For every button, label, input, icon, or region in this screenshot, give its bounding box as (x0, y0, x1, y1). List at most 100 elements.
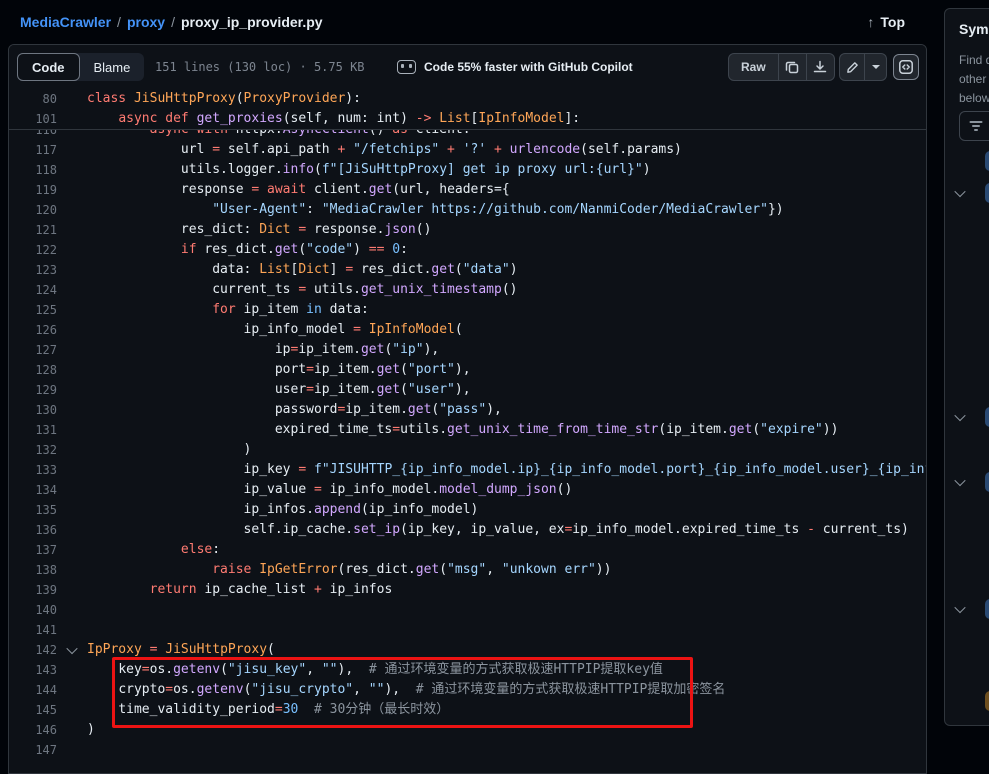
code-text: res_dict: Dict = response.json() (87, 220, 431, 240)
code-line-122: 122 if res_dict.get("code") == 0: (9, 240, 926, 260)
line-number-141[interactable]: 141 (9, 620, 57, 640)
download-icon (813, 60, 827, 74)
line-number-134[interactable]: 134 (9, 480, 57, 500)
fold-gutter (57, 109, 87, 129)
download-raw-button[interactable] (807, 53, 835, 81)
line-number-130[interactable]: 130 (9, 400, 57, 420)
code-line-133: 133 ip_key = f"JISUHTTP_{ip_info_model.i… (9, 460, 926, 480)
edit-file-button[interactable] (839, 53, 865, 81)
fold-gutter (57, 580, 87, 600)
code-line-123: 123 data: List[Dict] = res_dict.get("dat… (9, 260, 926, 280)
code-text: return ip_cache_list + ip_infos (87, 580, 392, 600)
fold-gutter (57, 280, 87, 300)
back-to-top-label: Top (880, 14, 905, 30)
fold-gutter (57, 620, 87, 640)
tab-blame[interactable]: Blame (80, 53, 145, 81)
symbol-item-0[interactable] (945, 151, 989, 171)
code-lines: 116 async with httpx.AsyncClient() as cl… (9, 120, 926, 760)
line-number-132[interactable]: 132 (9, 440, 57, 460)
line-number-101[interactable]: 101 (9, 109, 57, 129)
raw-button[interactable]: Raw (728, 53, 779, 81)
symbol-item-5[interactable] (945, 691, 989, 711)
code-text: crypto=os.getenv("jisu_crypto", ""), # 通… (87, 680, 725, 700)
line-number-122[interactable]: 122 (9, 240, 57, 260)
line-number-124[interactable]: 124 (9, 280, 57, 300)
code-line-143: 143 key=os.getenv("jisu_key", ""), # 通过环… (9, 660, 926, 680)
code-text: ) (87, 440, 251, 460)
line-number-120[interactable]: 120 (9, 200, 57, 220)
line-number-144[interactable]: 144 (9, 680, 57, 700)
line-number-135[interactable]: 135 (9, 500, 57, 520)
breadcrumb-dir-link[interactable]: proxy (127, 14, 165, 30)
code-text: ip_info_model = IpInfoModel( (87, 320, 463, 340)
symbol-item-2[interactable] (945, 407, 989, 427)
line-number-142[interactable]: 142 (9, 640, 57, 660)
code-line-101: 101 async def get_proxies(self, num: int… (9, 109, 926, 129)
line-number-119[interactable]: 119 (9, 180, 57, 200)
line-number-123[interactable]: 123 (9, 260, 57, 280)
code-text: else: (87, 540, 220, 560)
breadcrumb-separator: / (165, 14, 181, 30)
copy-raw-button[interactable] (779, 53, 807, 81)
fold-gutter (57, 600, 87, 620)
back-to-top-button[interactable]: ↑ Top (867, 0, 905, 44)
tab-code[interactable]: Code (17, 53, 80, 81)
chevron-down-icon[interactable] (954, 602, 965, 613)
fold-gutter (57, 380, 87, 400)
line-number-143[interactable]: 143 (9, 660, 57, 680)
fold-toggle-142[interactable] (57, 640, 87, 660)
file-view-panel: Code Blame 151 lines (130 loc) · 5.75 KB… (8, 44, 927, 774)
line-number-133[interactable]: 133 (9, 460, 57, 480)
chevron-down-icon (872, 65, 880, 69)
chevron-down-icon[interactable] (954, 186, 965, 197)
code-line-135: 135 ip_infos.append(ip_info_model) (9, 500, 926, 520)
symbol-item-3[interactable] (945, 472, 989, 492)
chevron-down-icon[interactable] (954, 410, 965, 421)
code-text: ip_value = ip_info_model.model_dump_json… (87, 480, 572, 500)
code-line-117: 117 url = self.api_path + "/fetchips" + … (9, 140, 926, 160)
symbols-panel-title: Symbols (959, 21, 989, 37)
code-line-129: 129 user=ip_item.get("user"), (9, 380, 926, 400)
line-number-121[interactable]: 121 (9, 220, 57, 240)
edit-options-dropdown[interactable] (865, 53, 887, 81)
code-text: expired_time_ts=utils.get_unix_time_from… (87, 420, 838, 440)
symbol-kind-badge (985, 472, 989, 492)
line-number-131[interactable]: 131 (9, 420, 57, 440)
code-text: self.ip_cache.set_ip(ip_key, ip_value, e… (87, 520, 909, 540)
symbol-item-4[interactable] (945, 599, 989, 619)
line-number-140[interactable]: 140 (9, 600, 57, 620)
code-line-124: 124 current_ts = utils.get_unix_timestam… (9, 280, 926, 300)
chevron-down-icon[interactable] (954, 475, 965, 486)
fold-gutter (57, 540, 87, 560)
line-number-80[interactable]: 80 (9, 89, 57, 109)
line-number-128[interactable]: 128 (9, 360, 57, 380)
symbols-filter-input[interactable] (959, 111, 989, 141)
copilot-banner[interactable]: Code 55% faster with GitHub Copilot (397, 45, 633, 89)
code-line-141: 141 (9, 620, 926, 640)
copy-icon (785, 60, 799, 74)
line-number-137[interactable]: 137 (9, 540, 57, 560)
line-number-127[interactable]: 127 (9, 340, 57, 360)
code-text: utils.logger.info(f"[JiSuHttpProxy] get … (87, 160, 651, 180)
symbol-item-1[interactable] (945, 183, 989, 203)
code-line-118: 118 utils.logger.info(f"[JiSuHttpProxy] … (9, 160, 926, 180)
line-number-147[interactable]: 147 (9, 740, 57, 760)
line-number-117[interactable]: 117 (9, 140, 57, 160)
code-line-139: 139 return ip_cache_list + ip_infos (9, 580, 926, 600)
fold-gutter (57, 300, 87, 320)
line-number-126[interactable]: 126 (9, 320, 57, 340)
line-number-136[interactable]: 136 (9, 520, 57, 540)
line-number-146[interactable]: 146 (9, 720, 57, 740)
line-number-145[interactable]: 145 (9, 700, 57, 720)
line-number-125[interactable]: 125 (9, 300, 57, 320)
line-number-118[interactable]: 118 (9, 160, 57, 180)
fold-gutter (57, 560, 87, 580)
fold-gutter (57, 480, 87, 500)
code-text: data: List[Dict] = res_dict.get("data") (87, 260, 518, 280)
code-text: for ip_item in data: (87, 300, 369, 320)
breadcrumb-repo-link[interactable]: MediaCrawler (20, 14, 111, 30)
line-number-138[interactable]: 138 (9, 560, 57, 580)
symbols-panel-toggle-button[interactable] (893, 54, 919, 80)
line-number-139[interactable]: 139 (9, 580, 57, 600)
line-number-129[interactable]: 129 (9, 380, 57, 400)
